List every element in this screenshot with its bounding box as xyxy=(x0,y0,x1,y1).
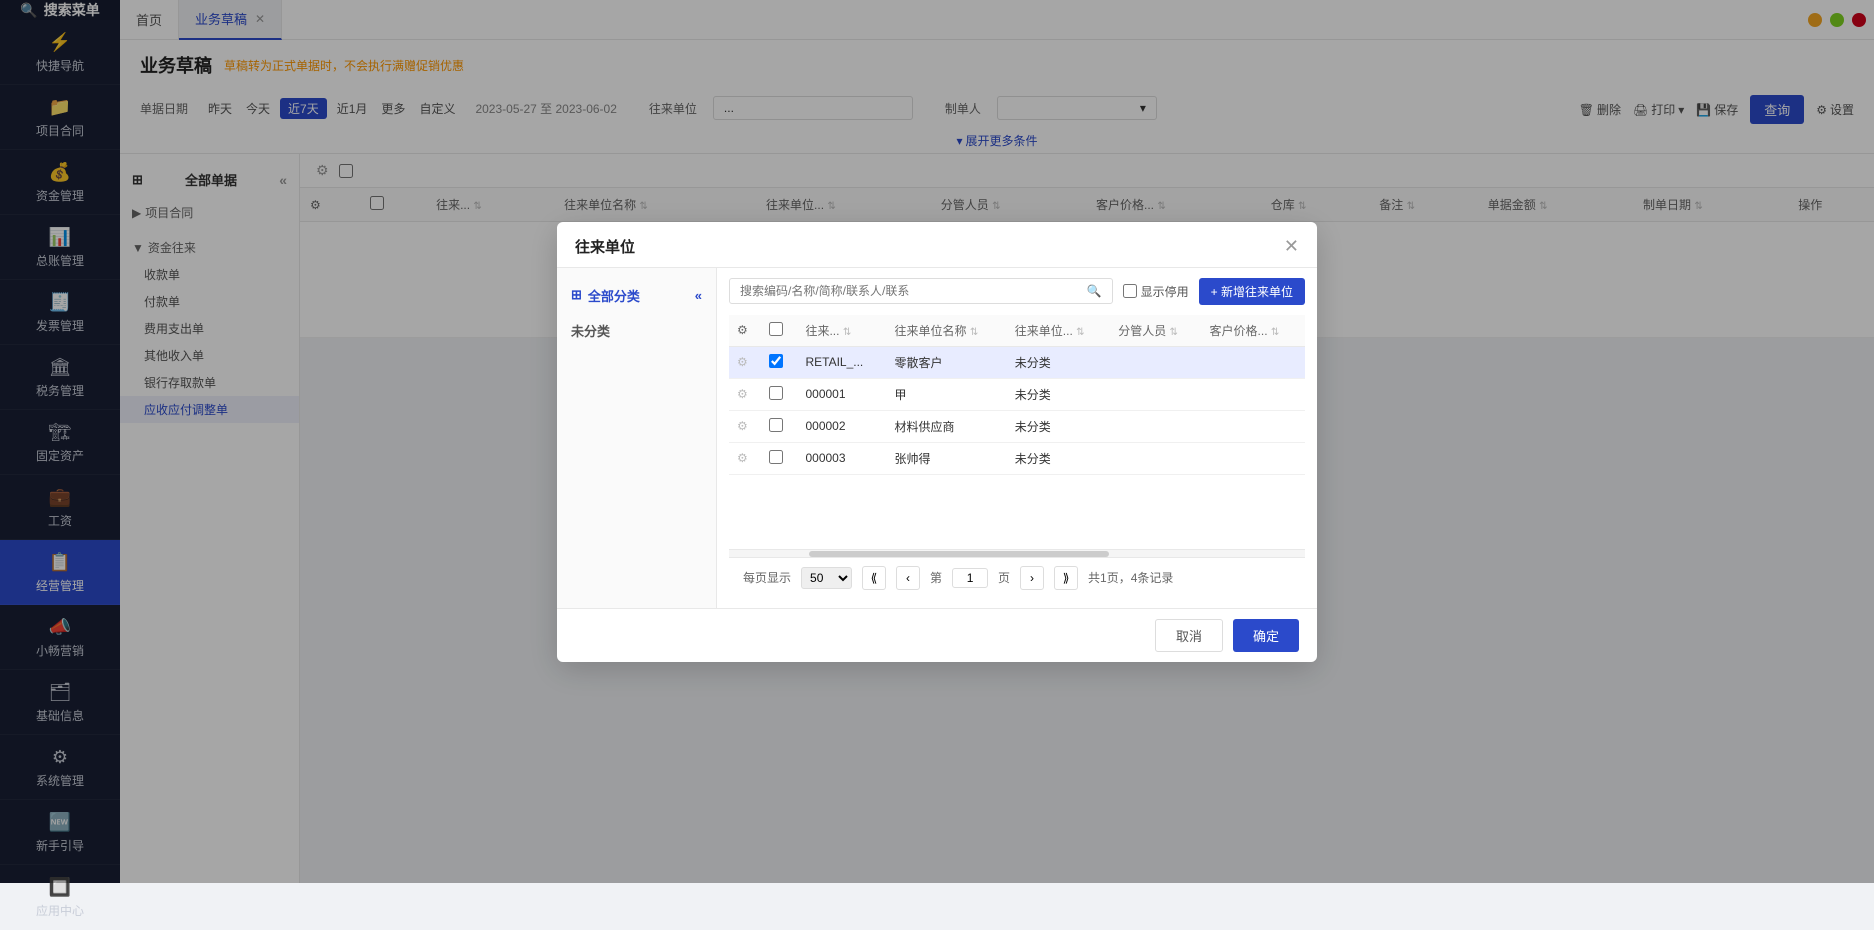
row-price-level xyxy=(1202,346,1305,378)
gear-icon: ⚙ xyxy=(737,419,748,433)
row-category: 未分类 xyxy=(1007,378,1110,410)
dialog-search-box[interactable]: 🔍 xyxy=(729,278,1113,304)
row-category: 未分类 xyxy=(1007,410,1110,442)
th-code[interactable]: 往来... ⇅ xyxy=(797,315,886,347)
dialog-left-nav: ⊞ 全部分类 « 未分类 xyxy=(557,268,717,608)
collapse-icon: « xyxy=(695,288,702,303)
row-checkbox[interactable] xyxy=(761,410,797,442)
row-manager xyxy=(1110,346,1201,378)
th-price-level[interactable]: 客户价格... ⇅ xyxy=(1202,315,1305,347)
row-checkbox[interactable] xyxy=(761,346,797,378)
show-disabled-option: 显示停用 xyxy=(1123,283,1189,300)
row-code: 000003 xyxy=(797,442,886,474)
row-name: 材料供应商 xyxy=(886,410,1006,442)
per-page-label: 每页显示 xyxy=(743,569,791,586)
dialog-nav-all[interactable]: ⊞ 全部分类 « xyxy=(557,278,716,313)
th-settings: ⚙ xyxy=(729,315,761,347)
row-select-checkbox[interactable] xyxy=(769,386,783,400)
sort-icon: ⇅ xyxy=(1271,327,1279,338)
sort-icon: ⇅ xyxy=(1170,327,1178,338)
row-name: 甲 xyxy=(886,378,1006,410)
dialog-actions: 取消 确定 xyxy=(557,608,1317,662)
row-checkbox[interactable] xyxy=(761,442,797,474)
dialog-header: 往来单位 ✕ xyxy=(557,222,1317,268)
dialog-table: ⚙ 往来... ⇅ 往来单位名称 ⇅ 往来单位... ⇅ 分管人员 ⇅ 客户价格… xyxy=(729,315,1305,549)
prev-page-button[interactable]: ‹ xyxy=(896,566,920,590)
table-row[interactable]: ⚙ 000001 甲 未分类 xyxy=(729,378,1305,410)
th-name[interactable]: 往来单位名称 ⇅ xyxy=(886,315,1006,347)
row-settings: ⚙ xyxy=(729,346,761,378)
confirm-button[interactable]: 确定 xyxy=(1233,619,1299,652)
page-label: 第 xyxy=(930,569,942,586)
page-number-input[interactable] xyxy=(952,568,988,588)
sidebar-label: 应用中心 xyxy=(36,902,84,919)
row-price-level xyxy=(1202,442,1305,474)
table-row[interactable]: ⚙ 000003 张帅得 未分类 xyxy=(729,442,1305,474)
total-info: 共1页，4条记录 xyxy=(1088,569,1173,586)
sort-icon: ⇅ xyxy=(843,327,851,338)
page-suffix: 页 xyxy=(998,569,1010,586)
gear-icon: ⚙ xyxy=(737,323,748,337)
select-all-partner-checkbox[interactable] xyxy=(769,322,783,336)
search-icon: 🔍 xyxy=(1087,284,1102,298)
row-manager xyxy=(1110,442,1201,474)
dialog-title: 往来单位 xyxy=(575,236,635,257)
dialog-nav-uncategorized[interactable]: 未分类 xyxy=(557,313,716,348)
last-page-button[interactable]: ⟫ xyxy=(1054,566,1078,590)
sort-icon: ⇅ xyxy=(1076,327,1084,338)
dialog-right-content: 🔍 显示停用 + 新增往来单位 ⚙ 往来... ⇅ xyxy=(717,268,1317,608)
th-category[interactable]: 往来单位... ⇅ xyxy=(1007,315,1110,347)
first-page-button[interactable]: ⟪ xyxy=(862,566,886,590)
scrollbar-thumb[interactable] xyxy=(809,551,1109,557)
cancel-button[interactable]: 取消 xyxy=(1155,619,1223,652)
row-code: RETAIL_... xyxy=(797,346,886,378)
dialog-table-header: ⚙ 往来... ⇅ 往来单位名称 ⇅ 往来单位... ⇅ 分管人员 ⇅ 客户价格… xyxy=(729,315,1305,347)
row-settings: ⚙ xyxy=(729,410,761,442)
row-name: 张帅得 xyxy=(886,442,1006,474)
partner-dialog: 往来单位 ✕ ⊞ 全部分类 « 未分类 🔍 xyxy=(557,222,1317,662)
row-select-checkbox[interactable] xyxy=(769,418,783,432)
gear-icon: ⚙ xyxy=(737,355,748,369)
row-price-level xyxy=(1202,378,1305,410)
row-category: 未分类 xyxy=(1007,442,1110,474)
grid-icon: ⊞ xyxy=(571,287,582,303)
dialog-body: ⊞ 全部分类 « 未分类 🔍 显示停用 xyxy=(557,268,1317,608)
row-settings: ⚙ xyxy=(729,378,761,410)
next-page-button[interactable]: › xyxy=(1020,566,1044,590)
table-row[interactable]: ⚙ RETAIL_... 零散客户 未分类 xyxy=(729,346,1305,378)
th-manager[interactable]: 分管人员 ⇅ xyxy=(1110,315,1201,347)
per-page-select[interactable]: 50 100 xyxy=(801,567,852,589)
row-manager xyxy=(1110,378,1201,410)
table-row[interactable]: ⚙ 000002 材料供应商 未分类 xyxy=(729,410,1305,442)
dialog-overlay[interactable]: 往来单位 ✕ ⊞ 全部分类 « 未分类 🔍 xyxy=(0,0,1874,883)
gear-icon: ⚙ xyxy=(737,451,748,465)
show-disabled-checkbox[interactable] xyxy=(1123,284,1137,298)
dialog-toolbar: 🔍 显示停用 + 新增往来单位 xyxy=(729,278,1305,305)
dialog-close-button[interactable]: ✕ xyxy=(1284,236,1299,257)
sort-icon: ⇅ xyxy=(970,327,978,338)
row-select-checkbox[interactable] xyxy=(769,354,783,368)
add-partner-button[interactable]: + 新增往来单位 xyxy=(1199,278,1305,305)
row-code: 000001 xyxy=(797,378,886,410)
row-name: 零散客户 xyxy=(886,346,1006,378)
row-category: 未分类 xyxy=(1007,346,1110,378)
dialog-scrollbar[interactable] xyxy=(729,549,1305,557)
row-checkbox[interactable] xyxy=(761,378,797,410)
row-code: 000002 xyxy=(797,410,886,442)
dialog-pagination: 每页显示 50 100 ⟪ ‹ 第 页 › ⟫ 共1页，4条记录 xyxy=(729,557,1305,598)
th-checkbox xyxy=(761,315,797,347)
dialog-search-input[interactable] xyxy=(740,284,1081,298)
row-manager xyxy=(1110,410,1201,442)
partner-table: ⚙ 往来... ⇅ 往来单位名称 ⇅ 往来单位... ⇅ 分管人员 ⇅ 客户价格… xyxy=(729,315,1305,475)
row-settings: ⚙ xyxy=(729,442,761,474)
row-price-level xyxy=(1202,410,1305,442)
gear-icon: ⚙ xyxy=(737,387,748,401)
row-select-checkbox[interactable] xyxy=(769,450,783,464)
